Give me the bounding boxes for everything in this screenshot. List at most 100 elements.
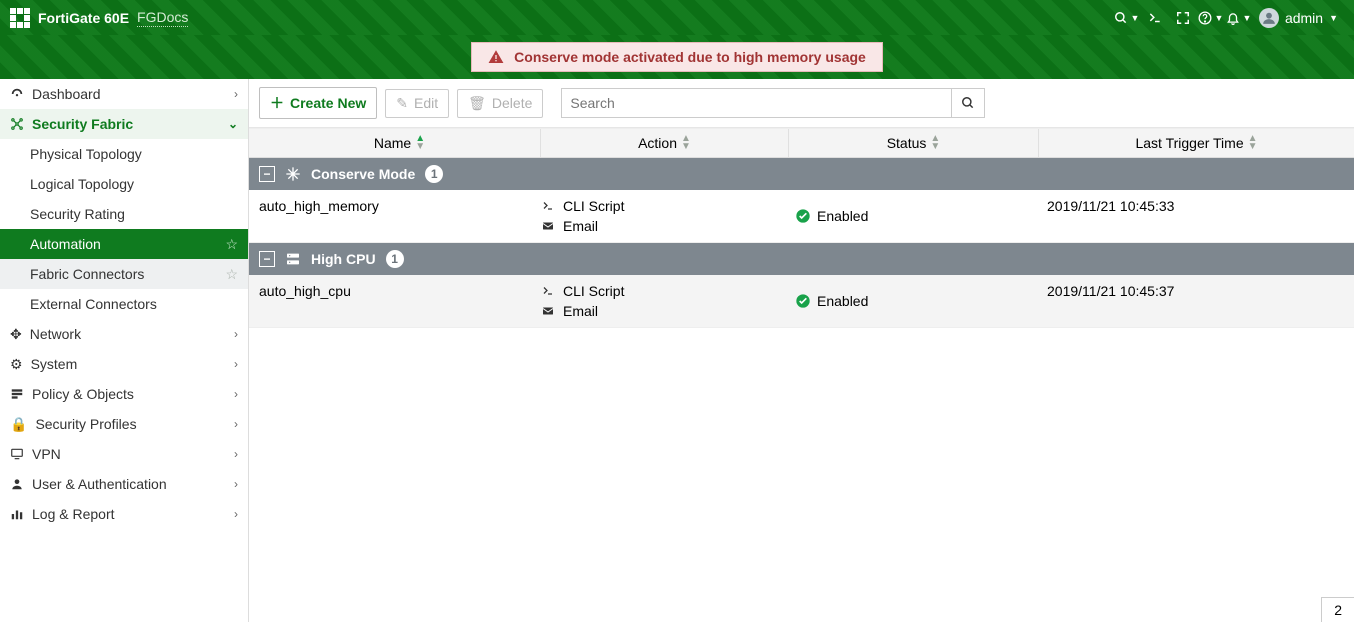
move-icon: ✥ (10, 326, 22, 343)
sidebar-sub-automation[interactable]: Automation☆ (0, 229, 248, 259)
cli-icon[interactable] (1141, 4, 1169, 32)
chevron-right-icon: › (234, 477, 238, 491)
main-content: ＋Create New ✎Edit 🗑Delete Name▲▼ Action▲… (249, 79, 1354, 622)
pencil-icon: ✎ (396, 95, 408, 112)
trash-icon: 🗑 (468, 95, 486, 112)
cell-action: CLI Script Email (541, 198, 789, 234)
sidebar-item-dashboard[interactable]: Dashboard › (0, 79, 248, 109)
cli-icon (541, 285, 555, 297)
sidebar-item-policy[interactable]: Policy & Objects › (0, 379, 248, 409)
delete-button[interactable]: 🗑Delete (457, 89, 543, 118)
cell-name: auto_high_cpu (249, 283, 541, 319)
monitor-icon (10, 447, 24, 461)
sidebar-item-log-report[interactable]: Log & Report › (0, 499, 248, 529)
cli-icon (541, 200, 555, 212)
gear-icon: ⚙ (10, 356, 23, 373)
collapse-icon[interactable]: − (259, 166, 275, 182)
notifications-icon[interactable]: ▼ (1225, 4, 1253, 32)
group-count: 1 (425, 165, 443, 183)
sidebar-sub-external-connectors[interactable]: External Connectors (0, 289, 248, 319)
chevron-right-icon: › (234, 447, 238, 461)
group-label: Conserve Mode (311, 166, 415, 182)
check-circle-icon (795, 293, 811, 309)
sidebar-sub-fabric-connectors[interactable]: Fabric Connectors☆ (0, 259, 248, 289)
cell-time: 2019/11/21 10:45:33 (1039, 198, 1354, 234)
sort-icon: ▲▼ (1248, 135, 1258, 151)
sidebar-sub-physical-topology[interactable]: Physical Topology (0, 139, 248, 169)
banner-bar: Conserve mode activated due to high memo… (0, 35, 1354, 79)
fabric-icon (10, 117, 24, 131)
search-icon (961, 96, 975, 110)
sidebar-item-system[interactable]: ⚙System › (0, 349, 248, 379)
chevron-right-icon: › (234, 327, 238, 341)
cell-status: Enabled (789, 198, 1039, 234)
product-logo: FortiGate 60E (10, 8, 129, 28)
create-new-button[interactable]: ＋Create New (259, 87, 377, 119)
fortinet-icon (10, 8, 30, 28)
chevron-right-icon: › (234, 357, 238, 371)
chevron-right-icon: › (234, 507, 238, 521)
hostname[interactable]: FGDocs (137, 9, 188, 27)
sidebar-sub-security-rating[interactable]: Security Rating (0, 199, 248, 229)
plus-icon: ＋ (270, 93, 284, 113)
col-name[interactable]: Name▲▼ (249, 129, 541, 157)
help-icon[interactable]: ▼ (1197, 4, 1225, 32)
sidebar-sub-logical-topology[interactable]: Logical Topology (0, 169, 248, 199)
group-label: High CPU (311, 251, 376, 267)
user-name: admin (1285, 10, 1323, 26)
group-header-high-cpu[interactable]: − High CPU 1 (249, 243, 1354, 275)
lock-icon: 🔒 (10, 416, 27, 433)
chevron-right-icon: › (234, 387, 238, 401)
gauge-icon (10, 87, 24, 101)
sidebar-item-security-profiles[interactable]: 🔒Security Profiles › (0, 409, 248, 439)
chevron-right-icon: › (234, 417, 238, 431)
server-icon (285, 251, 301, 267)
sidebar-item-user-auth[interactable]: User & Authentication › (0, 469, 248, 499)
snowflake-icon (285, 166, 301, 182)
col-status[interactable]: Status▲▼ (789, 129, 1039, 157)
chevron-right-icon: › (234, 87, 238, 101)
sidebar-item-vpn[interactable]: VPN › (0, 439, 248, 469)
toolbar: ＋Create New ✎Edit 🗑Delete (249, 79, 1354, 128)
search-button[interactable] (951, 88, 985, 118)
star-icon[interactable]: ☆ (225, 236, 238, 253)
col-time[interactable]: Last Trigger Time▲▼ (1039, 129, 1354, 157)
table-row[interactable]: auto_high_memory CLI Script Email Enable… (249, 190, 1354, 243)
sidebar-item-security-fabric[interactable]: Security Fabric ⌄ (0, 109, 248, 139)
email-icon (541, 305, 555, 317)
warning-icon (488, 49, 504, 65)
user-menu[interactable]: admin ▼ (1253, 8, 1344, 28)
row-count: 2 (1321, 597, 1354, 622)
edit-button[interactable]: ✎Edit (385, 89, 449, 118)
policy-icon (10, 387, 24, 401)
search-icon[interactable]: ▼ (1113, 4, 1141, 32)
avatar-icon (1259, 8, 1279, 28)
cell-time: 2019/11/21 10:45:37 (1039, 283, 1354, 319)
col-action[interactable]: Action▲▼ (541, 129, 789, 157)
sort-icon: ▲▼ (681, 135, 691, 151)
check-circle-icon (795, 208, 811, 224)
table-header: Name▲▼ Action▲▼ Status▲▼ Last Trigger Ti… (249, 128, 1354, 158)
top-bar: FortiGate 60E FGDocs ▼ ▼ ▼ admin ▼ (0, 0, 1354, 35)
group-count: 1 (386, 250, 404, 268)
search-box (561, 88, 985, 118)
table-row[interactable]: auto_high_cpu CLI Script Email Enabled 2… (249, 275, 1354, 328)
group-header-conserve-mode[interactable]: − Conserve Mode 1 (249, 158, 1354, 190)
user-icon (10, 477, 24, 491)
email-icon (541, 220, 555, 232)
cell-status: Enabled (789, 283, 1039, 319)
sidebar: Dashboard › Security Fabric ⌄ Physical T… (0, 79, 249, 622)
sort-icon: ▲▼ (930, 135, 940, 151)
star-icon[interactable]: ☆ (225, 266, 238, 283)
sidebar-item-network[interactable]: ✥Network › (0, 319, 248, 349)
search-input[interactable] (561, 88, 951, 118)
cell-action: CLI Script Email (541, 283, 789, 319)
cell-name: auto_high_memory (249, 198, 541, 234)
collapse-icon[interactable]: − (259, 251, 275, 267)
alert-text: Conserve mode activated due to high memo… (514, 49, 866, 65)
fullscreen-icon[interactable] (1169, 4, 1197, 32)
product-name: FortiGate 60E (38, 10, 129, 26)
chart-icon (10, 507, 24, 521)
chevron-down-icon: ⌄ (228, 117, 238, 131)
sort-icon: ▲▼ (415, 135, 425, 151)
